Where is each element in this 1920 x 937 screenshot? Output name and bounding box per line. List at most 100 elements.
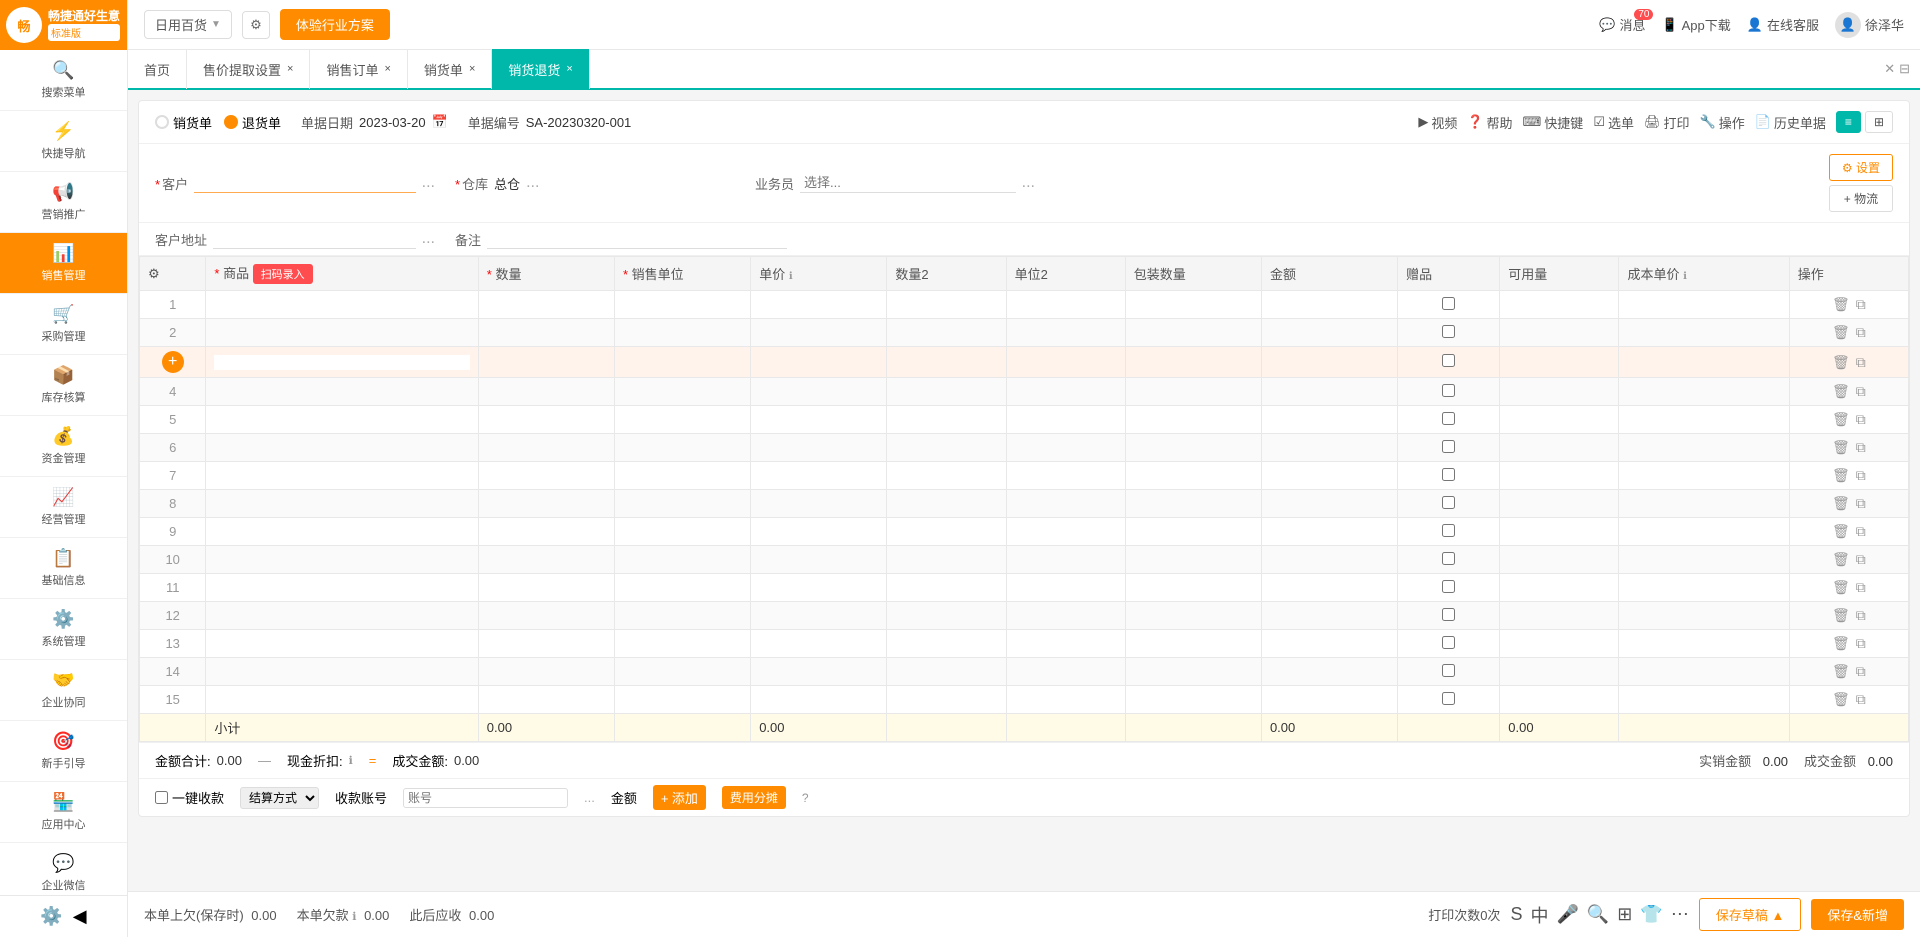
pack-qty-cell[interactable] [1125, 658, 1261, 686]
gift-checkbox[interactable] [1442, 325, 1455, 338]
message-btn[interactable]: 💬 消息 70 [1599, 15, 1645, 34]
gift-cell[interactable] [1398, 406, 1500, 434]
copy-icon[interactable]: ⧉ [1856, 691, 1866, 708]
gift-cell[interactable] [1398, 319, 1500, 347]
salesperson-input[interactable] [800, 173, 1016, 193]
radio-sales-return[interactable]: 退货单 [224, 113, 281, 132]
copy-icon[interactable]: ⧉ [1856, 467, 1866, 484]
copy-icon[interactable]: ⧉ [1856, 551, 1866, 568]
sales-unit-cell[interactable] [615, 658, 751, 686]
product-cell[interactable] [206, 434, 478, 462]
delete-icon[interactable]: 🗑 [1832, 411, 1850, 428]
qty2-cell[interactable] [887, 546, 1006, 574]
pack-qty-cell[interactable] [1125, 378, 1261, 406]
search2-icon[interactable]: 🔍 [1587, 904, 1609, 925]
history-btn[interactable]: 📄 历史单据 [1755, 113, 1826, 132]
scan-input-button[interactable]: 扫码录入 [253, 264, 313, 284]
gift-cell[interactable] [1398, 658, 1500, 686]
sales-unit-cell[interactable] [615, 434, 751, 462]
delete-icon[interactable]: 🗑 [1832, 691, 1850, 708]
radio-sales-delivery[interactable]: 销货单 [155, 113, 212, 132]
qty2-cell[interactable] [887, 434, 1006, 462]
add-payment-button[interactable]: + 添加 [653, 785, 706, 810]
save-new-button[interactable]: 保存&新增 [1811, 899, 1904, 930]
qty2-cell[interactable] [887, 347, 1006, 378]
product-cell[interactable] [206, 686, 478, 714]
unit2-cell[interactable] [1006, 291, 1125, 319]
sidebar-item-finance[interactable]: 💰 资金管理 [0, 416, 127, 477]
collapse-icon[interactable]: ◀ [73, 906, 87, 927]
available-cell[interactable] [1500, 434, 1619, 462]
delete-icon[interactable]: 🗑 [1832, 635, 1850, 652]
delete-icon[interactable]: 🗑 [1832, 383, 1850, 400]
amount-cell[interactable] [1261, 490, 1397, 518]
amount-cell[interactable] [1261, 462, 1397, 490]
unit-price-cell[interactable] [751, 291, 887, 319]
delete-icon[interactable]: 🗑 [1832, 439, 1850, 456]
product-cell[interactable] [206, 490, 478, 518]
product-cell[interactable] [206, 546, 478, 574]
pack-qty-cell[interactable] [1125, 462, 1261, 490]
unit2-cell[interactable] [1006, 434, 1125, 462]
qty-cell[interactable] [478, 546, 614, 574]
copy-icon[interactable]: ⧉ [1856, 324, 1866, 341]
logistics-btn[interactable]: + 物流 [1829, 185, 1893, 212]
cost-unit-cell[interactable] [1619, 490, 1789, 518]
qty2-cell[interactable] [887, 574, 1006, 602]
sidebar-item-enterprise[interactable]: 🤝 企业协同 [0, 660, 127, 721]
sales-unit-cell[interactable] [615, 406, 751, 434]
unit2-cell[interactable] [1006, 658, 1125, 686]
gift-checkbox[interactable] [1442, 384, 1455, 397]
sidebar-item-quick-nav[interactable]: ⚡ 快捷导航 [0, 111, 127, 172]
product-cell[interactable] [206, 347, 478, 378]
gift-checkbox[interactable] [1442, 297, 1455, 310]
salesperson-ellipsis[interactable]: ... [1022, 174, 1035, 192]
online-service-btn[interactable]: 👤 在线客服 [1747, 15, 1819, 34]
sales-unit-cell[interactable] [615, 686, 751, 714]
tab-close-sales-return[interactable]: × [566, 63, 572, 75]
qty-cell[interactable] [478, 462, 614, 490]
qty2-cell[interactable] [887, 291, 1006, 319]
tab-sales-order[interactable]: 销售订单× [310, 49, 407, 89]
save-draft-button[interactable]: 保存草稿 ▲ [1699, 898, 1802, 931]
print-btn[interactable]: 🖨 打印 [1644, 113, 1690, 132]
gift-cell[interactable] [1398, 546, 1500, 574]
sidebar-item-basic-info[interactable]: 📋 基础信息 [0, 538, 127, 599]
amount-cell[interactable] [1261, 518, 1397, 546]
delete-icon[interactable]: 🗑 [1832, 324, 1850, 341]
sales-unit-cell[interactable] [615, 630, 751, 658]
add-row-button[interactable]: + [162, 351, 184, 373]
delete-icon[interactable]: 🗑 [1832, 551, 1850, 568]
product-cell[interactable] [206, 518, 478, 546]
gift-cell[interactable] [1398, 602, 1500, 630]
product-cell[interactable] [206, 574, 478, 602]
copy-icon[interactable]: ⧉ [1856, 523, 1866, 540]
tab-home[interactable]: 首页 [128, 49, 187, 89]
available-cell[interactable] [1500, 686, 1619, 714]
cost-unit-cell[interactable] [1619, 434, 1789, 462]
product-cell[interactable] [206, 319, 478, 347]
help-btn[interactable]: ❓ 帮助 [1467, 113, 1512, 132]
trial-plan-button[interactable]: 体验行业方案 [280, 9, 390, 40]
pack-qty-cell[interactable] [1125, 319, 1261, 347]
amount-cell[interactable] [1261, 630, 1397, 658]
sidebar-item-sales[interactable]: 📊 销售管理 [0, 233, 127, 294]
fee-split-button[interactable]: 费用分摊 [722, 786, 786, 809]
unit2-cell[interactable] [1006, 686, 1125, 714]
qty-cell[interactable] [478, 574, 614, 602]
sales-unit-cell[interactable] [615, 546, 751, 574]
gift-checkbox[interactable] [1442, 468, 1455, 481]
view-table-btn[interactable]: ≡ [1836, 111, 1861, 133]
copy-icon[interactable]: ⧉ [1856, 383, 1866, 400]
product-cell[interactable] [206, 630, 478, 658]
pack-qty-cell[interactable] [1125, 406, 1261, 434]
address-ellipsis[interactable]: ... [422, 230, 435, 248]
sidebar-item-appstore[interactable]: 🏪 应用中心 [0, 782, 127, 843]
cost-unit-cell[interactable] [1619, 630, 1789, 658]
available-cell[interactable] [1500, 658, 1619, 686]
copy-icon[interactable]: ⧉ [1856, 579, 1866, 596]
payment-checkbox-input[interactable] [155, 791, 168, 804]
available-cell[interactable] [1500, 462, 1619, 490]
sidebar-item-weixin[interactable]: 💬 企业微信 [0, 843, 127, 895]
sales-unit-cell[interactable] [615, 347, 751, 378]
